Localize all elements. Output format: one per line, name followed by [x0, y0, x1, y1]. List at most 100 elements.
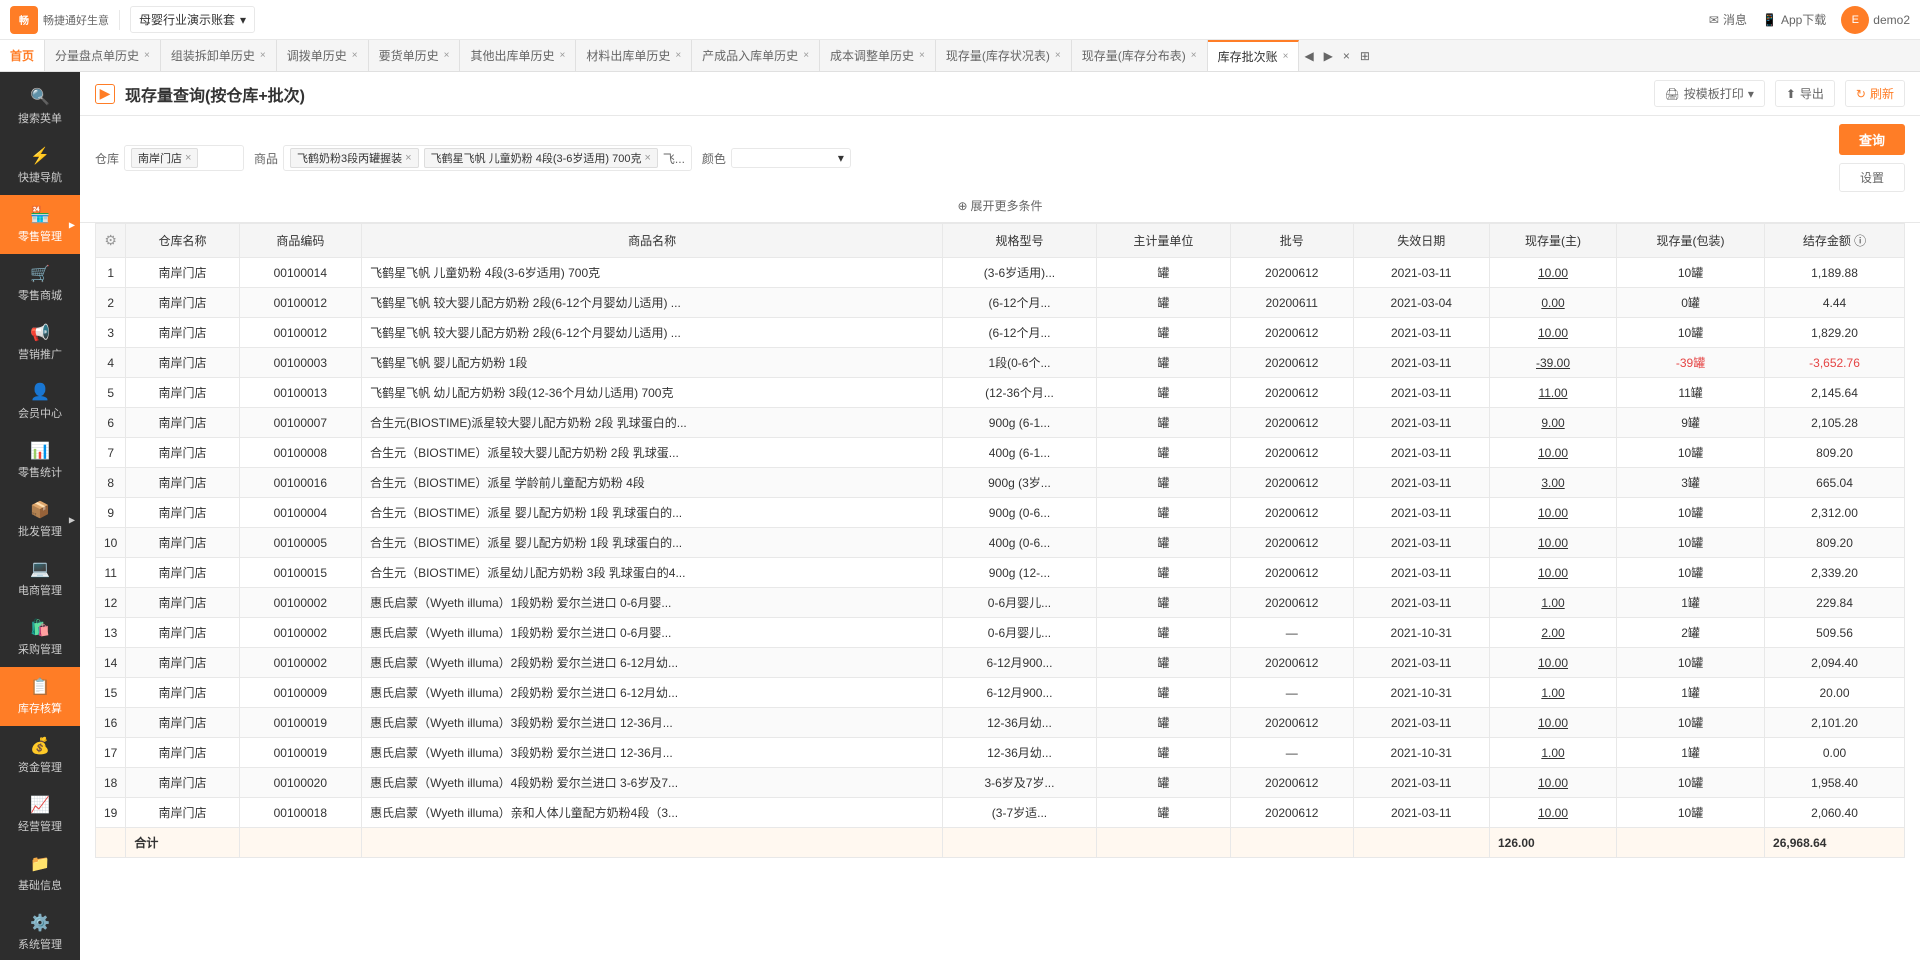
row-qty-main[interactable]: 10.00 [1489, 528, 1616, 558]
row-name: 惠氏启蒙（Wyeth illuma）3段奶粉 爱尔兰进口 12-36月... [362, 738, 943, 768]
refresh-button[interactable]: ↻ 刷新 [1845, 80, 1905, 107]
chevron-down-icon: ▾ [838, 151, 844, 165]
product-filter[interactable]: 飞鹤奶粉3段丙罐握装 × 飞鹤星飞帆 儿童奶粉 4段(3-6岁适用) 700克 … [283, 145, 692, 171]
row-qty-main[interactable]: 10.00 [1489, 648, 1616, 678]
user-area[interactable]: E demo2 [1841, 6, 1910, 34]
close-icon[interactable]: × [803, 50, 809, 61]
sidebar-item-finance[interactable]: 💰 资金管理 [0, 726, 80, 785]
row-qty-main[interactable]: 1.00 [1489, 588, 1616, 618]
print-button[interactable]: 🖨 按模板打印 ▾ [1654, 80, 1765, 107]
row-qty-main[interactable]: 0.00 [1489, 288, 1616, 318]
tag-close-icon[interactable]: × [644, 152, 650, 164]
row-qty-main[interactable]: 10.00 [1489, 258, 1616, 288]
sidebar-item-ecom[interactable]: 💻 电商管理 [0, 549, 80, 608]
close-icon[interactable]: × [919, 50, 925, 61]
row-qty-main[interactable]: 10.00 [1489, 768, 1616, 798]
row-qty-main[interactable]: 1.00 [1489, 678, 1616, 708]
col-settings[interactable]: ⚙ [96, 224, 126, 258]
tag-close-icon[interactable]: × [185, 152, 191, 164]
messages-button[interactable]: ✉ 消息 [1709, 11, 1747, 28]
row-amount: 1,829.20 [1765, 318, 1905, 348]
row-qty-main[interactable]: 10.00 [1489, 798, 1616, 828]
tab-chu-ku[interactable]: 其他出库单历史 × [460, 40, 576, 72]
sidebar-item-retail-shop[interactable]: 🛒 零售商城 [0, 254, 80, 313]
close-icon[interactable]: × [444, 50, 450, 61]
tab-diao-bo[interactable]: 调拨单历史 × [277, 40, 369, 72]
row-qty-main[interactable]: 3.00 [1489, 468, 1616, 498]
tab-nav-menu[interactable]: ⊞ [1355, 49, 1375, 63]
row-qty-pkg: 10罐 [1617, 708, 1765, 738]
warehouse-filter[interactable]: 南岸门店 × [124, 145, 244, 171]
query-button[interactable]: 查询 [1839, 124, 1905, 155]
row-amount: 509.56 [1765, 618, 1905, 648]
industry-selector[interactable]: 母婴行业演示账套 ▾ [130, 6, 255, 33]
tab-cai-liao[interactable]: 材料出库单历史 × [576, 40, 692, 72]
tab-chan-pin[interactable]: 产成品入库单历史 × [692, 40, 820, 72]
row-qty-main[interactable]: 1.00 [1489, 738, 1616, 768]
sidebar-item-batch[interactable]: 📦 批发管理 ▶ [0, 490, 80, 549]
sidebar-item-purchase[interactable]: 🛍️ 采购管理 [0, 608, 80, 667]
tab-yao-huo[interactable]: 要货单历史 × [369, 40, 461, 72]
sidebar-item-basic[interactable]: 📁 基础信息 [0, 844, 80, 903]
close-icon[interactable]: × [1283, 51, 1289, 62]
close-icon[interactable]: × [144, 50, 150, 61]
row-qty-main[interactable]: -39.00 [1489, 348, 1616, 378]
app-download-button[interactable]: 📱 App下载 [1762, 11, 1826, 28]
row-code: 00100012 [239, 318, 362, 348]
sidebar-item-retail-stat[interactable]: 📊 零售统计 [0, 431, 80, 490]
sidebar-item-member[interactable]: 👤 会员中心 [0, 372, 80, 431]
tag-close-icon[interactable]: × [405, 152, 411, 164]
close-icon[interactable]: × [1055, 50, 1061, 61]
sidebar-item-system[interactable]: ⚙️ 系统管理 [0, 903, 80, 960]
row-name: 飞鹤星飞帆 儿童奶粉 4段(3-6岁适用) 700克 [362, 258, 943, 288]
row-qty-main[interactable]: 10.00 [1489, 498, 1616, 528]
setting-button[interactable]: 设置 [1839, 163, 1905, 192]
row-warehouse: 南岸门店 [126, 408, 239, 438]
tab-home[interactable]: 首页 [0, 40, 45, 72]
tab-zu-chai[interactable]: 组装拆卸单历史 × [161, 40, 277, 72]
settings-icon[interactable]: ⚙ [104, 232, 117, 248]
row-code: 00100019 [239, 738, 362, 768]
tab-nav-next[interactable]: ▶ [1319, 49, 1338, 63]
sidebar-item-search[interactable]: 🔍 搜索英单 [0, 77, 80, 136]
row-batch: 20200612 [1230, 798, 1353, 828]
expand-button[interactable]: ▶ [95, 84, 115, 104]
sidebar-item-business[interactable]: 📈 经营管理 [0, 785, 80, 844]
row-qty-main[interactable]: 11.00 [1489, 378, 1616, 408]
export-button[interactable]: ⬆ 导出 [1775, 80, 1835, 107]
row-qty-main[interactable]: 10.00 [1489, 318, 1616, 348]
content-area: ▶ 现存量查询(按仓库+批次) 🖨 按模板打印 ▾ ⬆ 导出 ↻ 刷新 [80, 72, 1920, 960]
tab-xian-cun-zhuang[interactable]: 现存量(库存状况表) × [936, 40, 1072, 72]
sidebar-item-retail[interactable]: 🏪 零售管理 ▶ [0, 195, 80, 254]
row-spec: 900g (12-... [943, 558, 1097, 588]
sidebar-item-marketing[interactable]: 📢 营销推广 [0, 313, 80, 372]
row-expire: 2021-03-11 [1353, 378, 1489, 408]
row-unit: 罐 [1096, 588, 1230, 618]
tab-nav-close[interactable]: × [1338, 49, 1355, 63]
tab-pi-ci[interactable]: 库存批次账 × [1208, 40, 1300, 72]
row-qty-main[interactable]: 2.00 [1489, 618, 1616, 648]
row-expire: 2021-03-11 [1353, 258, 1489, 288]
row-qty-main[interactable]: 10.00 [1489, 558, 1616, 588]
close-icon[interactable]: × [352, 50, 358, 61]
sidebar-item-inventory[interactable]: 📋 库存核算 [0, 667, 80, 726]
row-qty-pkg: 10罐 [1617, 318, 1765, 348]
sidebar-item-nav[interactable]: ⚡ 快捷导航 [0, 136, 80, 195]
table-row: 5南岸门店00100013飞鹤星飞帆 幼儿配方奶粉 3段(12-36个月幼儿适用… [96, 378, 1905, 408]
row-qty-main[interactable]: 9.00 [1489, 408, 1616, 438]
tab-fen-pan[interactable]: 分量盘点单历史 × [45, 40, 161, 72]
tab-cheng-ben[interactable]: 成本调整单历史 × [820, 40, 936, 72]
row-number: 10 [96, 528, 126, 558]
close-icon[interactable]: × [1191, 50, 1197, 61]
close-icon[interactable]: × [260, 50, 266, 61]
expand-conditions-button[interactable]: ⊕ 展开更多条件 [95, 197, 1905, 214]
close-icon[interactable]: × [675, 50, 681, 61]
row-batch: 20200612 [1230, 528, 1353, 558]
close-icon[interactable]: × [559, 50, 565, 61]
color-filter[interactable]: ▾ [731, 148, 851, 168]
tab-xian-cun-fen[interactable]: 现存量(库存分布表) × [1072, 40, 1208, 72]
tab-nav-prev[interactable]: ◀ [1299, 49, 1318, 63]
row-unit: 罐 [1096, 258, 1230, 288]
row-qty-main[interactable]: 10.00 [1489, 438, 1616, 468]
row-qty-main[interactable]: 10.00 [1489, 708, 1616, 738]
